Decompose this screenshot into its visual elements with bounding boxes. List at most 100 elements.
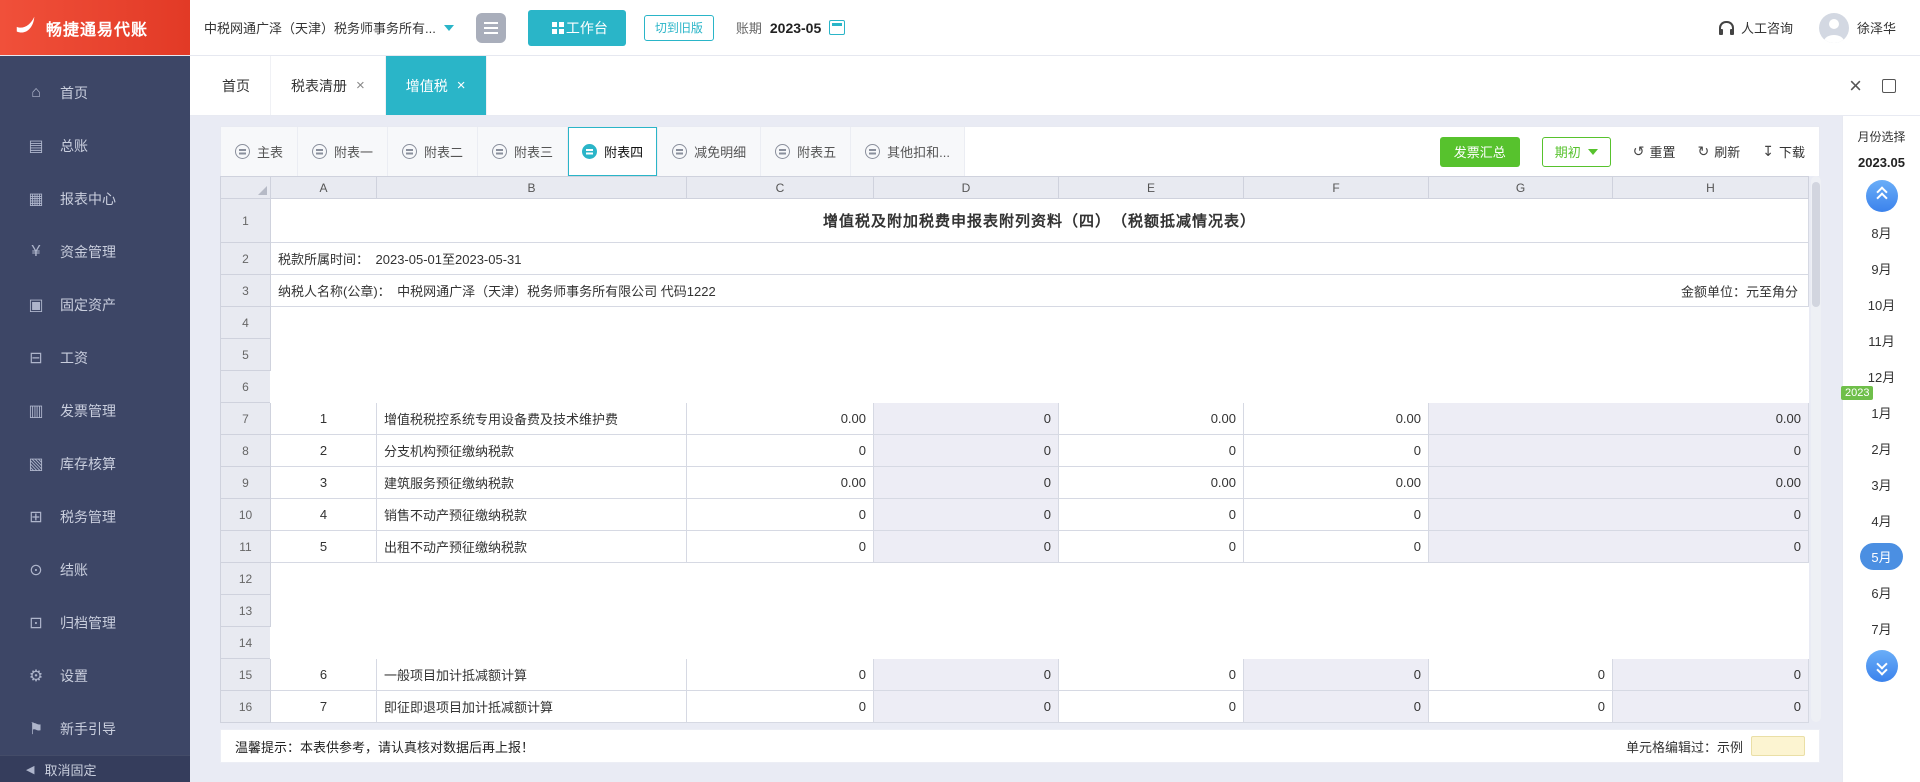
value-cell[interactable]: 0 — [1058, 434, 1244, 467]
sheet-tab-8[interactable]: 其他扣和... — [851, 127, 965, 176]
value-cell[interactable]: 0 — [1243, 530, 1429, 563]
sidebar-item-5[interactable]: ▣ 固定资产 — [0, 278, 190, 331]
value-cell[interactable]: 0 — [1058, 658, 1244, 691]
seq-cell[interactable]: 1 — [270, 402, 377, 435]
sheet-tab-4[interactable]: 附表三 — [478, 127, 569, 176]
value-cell[interactable]: 0 — [686, 530, 874, 563]
tab-2[interactable]: 税表清册 × — [271, 56, 386, 115]
value-cell[interactable]: 0.00 — [1243, 402, 1429, 435]
tab-1[interactable]: 首页 — [202, 56, 271, 115]
row-number[interactable]: 9 — [220, 466, 271, 499]
sheet-tab-7[interactable]: 附表五 — [761, 127, 852, 176]
value-cell[interactable]: 0 — [1058, 530, 1244, 563]
brand-logo[interactable]: 畅捷通易代账 — [0, 0, 190, 55]
value-cell[interactable]: 0.00 — [686, 402, 874, 435]
value-cell[interactable]: 0 — [1428, 658, 1613, 691]
value-cell[interactable]: 0 — [873, 498, 1059, 531]
item-cell[interactable]: 分支机构预征缴纳税款 — [376, 434, 687, 467]
month-9[interactable]: 4月 — [1843, 502, 1920, 538]
company-selector[interactable]: 中税网通广泽（天津）税务师事务所有... — [204, 18, 454, 37]
seq-cell[interactable]: 5 — [270, 530, 377, 563]
column-header-A[interactable]: A — [270, 176, 377, 199]
sidebar-item-1[interactable]: ⌂ 首页 — [0, 66, 190, 119]
value-cell[interactable]: 0 — [873, 530, 1059, 563]
month-11[interactable]: 6月 — [1843, 574, 1920, 610]
row-number[interactable]: 7 — [220, 402, 271, 435]
seq-cell[interactable]: 7 — [270, 690, 377, 723]
month-1[interactable]: 8月 — [1843, 214, 1920, 250]
sidebar-item-10[interactable]: ⊙ 结账 — [0, 543, 190, 596]
value-cell[interactable]: 0.00 — [1058, 466, 1244, 499]
invoice-summary-button[interactable]: 发票汇总 — [1439, 136, 1520, 167]
row-number[interactable]: 8 — [220, 434, 271, 467]
row-number[interactable]: 2 — [220, 242, 271, 275]
month-12[interactable]: 7月 — [1843, 610, 1920, 646]
vertical-scrollbar[interactable] — [1811, 176, 1821, 722]
row-number[interactable]: 6 — [220, 370, 271, 403]
seq-cell[interactable]: 3 — [270, 466, 377, 499]
value-cell[interactable]: 0.00 — [1058, 402, 1244, 435]
month-3[interactable]: 10月 — [1843, 286, 1920, 322]
row-number[interactable]: 16 — [220, 690, 271, 723]
sheet-tab-3[interactable]: 附表二 — [388, 127, 479, 176]
sidebar-item-6[interactable]: ⊟ 工资 — [0, 331, 190, 384]
value-cell[interactable]: 0 — [1243, 498, 1429, 531]
scroll-up-button[interactable] — [1865, 180, 1898, 212]
value-cell[interactable]: 0 — [686, 690, 874, 723]
value-cell[interactable]: 0 — [1243, 434, 1429, 467]
item-cell[interactable]: 即征即退项目加计抵减额计算 — [376, 690, 687, 723]
value-cell[interactable]: 0 — [1612, 690, 1809, 723]
row-number[interactable]: 15 — [220, 658, 271, 691]
row-number[interactable]: 12 — [220, 562, 271, 595]
column-header-E[interactable]: E — [1058, 176, 1244, 199]
value-cell[interactable]: 0 — [873, 434, 1059, 467]
column-header-H[interactable]: H — [1612, 176, 1809, 199]
seq-cell[interactable]: 4 — [270, 498, 377, 531]
sheet-tab-1[interactable]: 主表 — [221, 127, 299, 176]
tab-3[interactable]: 增值税 × — [385, 56, 487, 115]
value-cell[interactable]: 0 — [1428, 498, 1809, 531]
month-10[interactable]: 5月 — [1843, 538, 1920, 574]
sidebar-item-8[interactable]: ▧ 库存核算 — [0, 437, 190, 490]
sidebar-item-11[interactable]: ⊡ 归档管理 — [0, 596, 190, 649]
item-cell[interactable]: 一般项目加计抵减额计算 — [376, 658, 687, 691]
seq-cell[interactable]: 2 — [270, 434, 377, 467]
opening-balance-button[interactable]: 期初 — [1541, 136, 1611, 167]
month-7[interactable]: 2月 — [1843, 430, 1920, 466]
row-number[interactable]: 4 — [220, 306, 271, 339]
value-cell[interactable]: 0 — [686, 498, 874, 531]
sidebar-item-7[interactable]: ▥ 发票管理 — [0, 384, 190, 437]
row-number[interactable]: 3 — [220, 274, 271, 307]
workbench-button[interactable]: 工作台 — [527, 9, 626, 46]
value-cell[interactable]: 0 — [1428, 434, 1809, 467]
value-cell[interactable]: 0.00 — [1428, 402, 1809, 435]
column-header-B[interactable]: B — [376, 176, 687, 199]
row-number[interactable]: 1 — [220, 198, 271, 243]
value-cell[interactable]: 0.00 — [1428, 466, 1809, 499]
sidebar-item-2[interactable]: ▤ 总账 — [0, 119, 190, 172]
value-cell[interactable]: 0 — [1058, 498, 1244, 531]
value-cell[interactable]: 0.00 — [1243, 466, 1429, 499]
switch-old-version-button[interactable]: 切到旧版 — [643, 14, 714, 41]
row-number[interactable]: 14 — [220, 626, 271, 659]
month-2[interactable]: 9月 — [1843, 250, 1920, 286]
value-cell[interactable]: 0 — [1428, 530, 1809, 563]
value-cell[interactable]: 0 — [1612, 658, 1809, 691]
user-menu[interactable]: 徐泽华 — [1818, 12, 1896, 43]
sidebar-item-3[interactable]: ▦ 报表中心 — [0, 172, 190, 225]
close-tab-icon[interactable]: × — [457, 77, 466, 94]
value-cell[interactable]: 0 — [1428, 690, 1613, 723]
row-number[interactable]: 13 — [220, 594, 271, 627]
value-cell[interactable]: 0 — [873, 402, 1059, 435]
value-cell[interactable]: 0 — [686, 434, 874, 467]
column-header-F[interactable]: F — [1243, 176, 1429, 199]
scroll-down-button[interactable] — [1865, 650, 1898, 682]
row-number[interactable]: 5 — [220, 338, 271, 371]
calendar-icon[interactable] — [829, 20, 846, 35]
sheet-tab-5[interactable]: 附表四 — [568, 127, 659, 176]
month-8[interactable]: 3月 — [1843, 466, 1920, 502]
close-tab-icon[interactable]: × — [356, 77, 365, 94]
report-icon[interactable] — [475, 12, 506, 43]
value-cell[interactable]: 0 — [873, 466, 1059, 499]
row-number[interactable]: 11 — [220, 530, 271, 563]
